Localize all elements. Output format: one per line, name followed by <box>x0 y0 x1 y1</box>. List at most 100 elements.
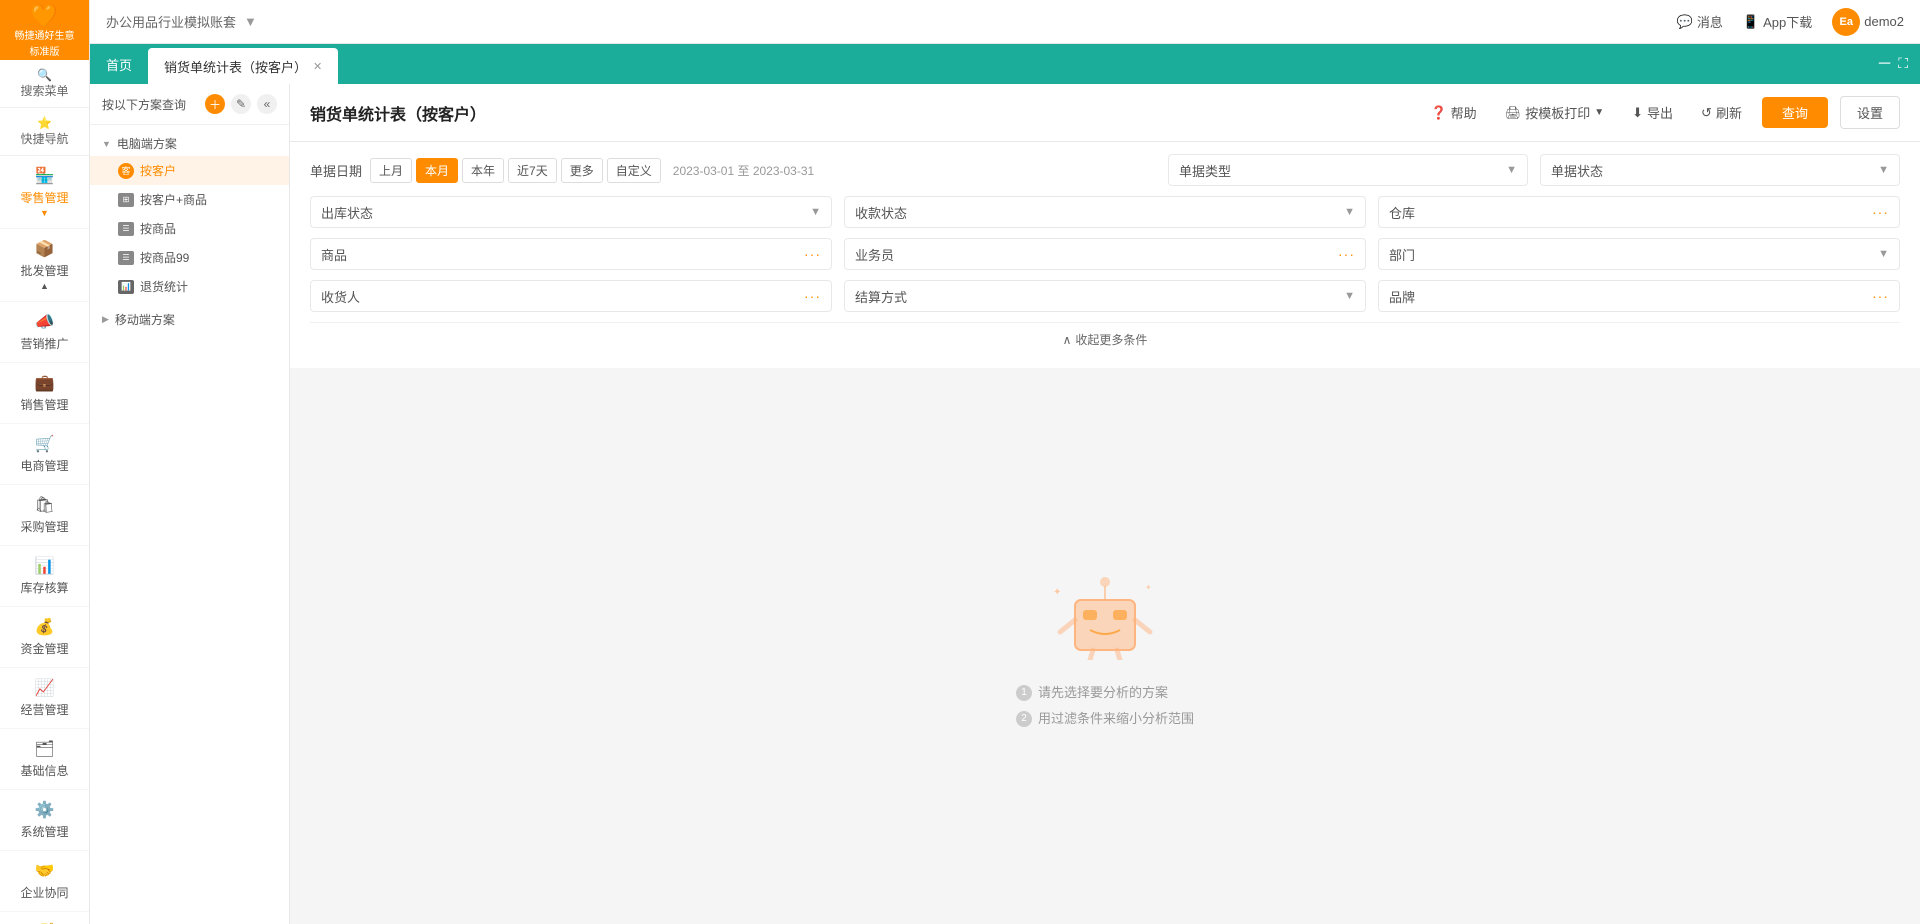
empty-tip-1: 1 请先选择要分析的方案 <box>1016 680 1194 706</box>
sidebar-item-cooperation[interactable]: 🤝 企业协同 <box>0 851 89 912</box>
sidebar: 🧡 畅捷通好生意 标准版 🔍搜索菜单 ⭐快捷导航 🏪 零售管理 ▼ 📦 批发管理… <box>0 0 90 924</box>
sidebar-item-system[interactable]: ⚙️ 系统管理 <box>0 790 89 851</box>
content-wrapper: 按以下方案查询 ＋ ✎ « ▼ 电脑端方案 客 按客户 ⊞ 按客户 <box>90 84 1920 924</box>
export-icon: ⬇ <box>1632 105 1643 121</box>
export-label: 导出 <box>1647 103 1673 122</box>
payment-arrow-icon: ▼ <box>1344 290 1355 302</box>
sidebar-item-sales[interactable]: 💼 销售管理 <box>0 363 89 424</box>
settings-button[interactable]: 设置 <box>1840 96 1900 129</box>
receiver-filter[interactable]: 收货人 ··· <box>310 280 832 312</box>
scheme-item-by-customer-product-label: 按客户+商品 <box>140 191 207 208</box>
search-menu-item[interactable]: 🔍搜索菜单 <box>0 60 89 108</box>
order-type-filter[interactable]: 单据类型 ▼ <box>1168 154 1528 186</box>
date-btn-custom[interactable]: 自定义 <box>607 158 661 183</box>
tab-close-icon[interactable]: ✕ <box>313 60 322 73</box>
sidebar-item-marketing[interactable]: 📣 营销推广 <box>0 302 89 363</box>
sidebar-item-purchase[interactable]: 🛍 采购管理 <box>0 485 89 546</box>
date-filter-row: 单据日期 上月 本月 本年 近7天 更多 自定义 2023-03-01 至 20… <box>310 154 1900 186</box>
scheme-item-return-stats[interactable]: 📊 退货统计 <box>90 272 289 301</box>
sidebar-item-guide[interactable]: 🧭 新手引导 <box>0 912 89 924</box>
scheme-item-by-customer[interactable]: 客 按客户 <box>90 156 289 185</box>
collapse-button[interactable]: ∧ 收起更多条件 <box>310 322 1900 356</box>
receive-status-filter[interactable]: 收款状态 ▼ <box>844 196 1366 228</box>
quick-nav-item[interactable]: ⭐快捷导航 <box>0 108 89 156</box>
query-button[interactable]: 查询 <box>1762 97 1828 128</box>
add-scheme-button[interactable]: ＋ <box>205 94 225 114</box>
out-status-filter[interactable]: 出库状态 ▼ <box>310 196 832 228</box>
order-status-filter[interactable]: 单据状态 ▼ <box>1540 154 1900 186</box>
sidebar-item-retail[interactable]: 🏪 零售管理 ▼ <box>0 156 89 229</box>
order-type-label: 单据类型 <box>1179 161 1234 180</box>
customer-product-icon: ⊞ <box>118 193 134 207</box>
edit-scheme-button[interactable]: ✎ <box>231 94 251 114</box>
window-minimize-icon[interactable]: ─ <box>1879 55 1890 73</box>
order-status-arrow-icon: ▼ <box>1878 164 1889 176</box>
header-right: 💬 消息 📱 App下载 Ea demo2 <box>1677 8 1904 36</box>
tab-sales-stats[interactable]: 销货单统计表（按客户） ✕ <box>148 48 338 84</box>
payment-label: 结算方式 <box>855 287 910 306</box>
date-btn-this-year[interactable]: 本年 <box>462 158 504 183</box>
logo: 🧡 畅捷通好生意 标准版 <box>0 0 90 60</box>
brand-label: 品牌 <box>1389 287 1444 306</box>
empty-tip-2-text: 用过滤条件来缩小分析范围 <box>1038 706 1194 732</box>
sidebar-item-basic[interactable]: 🗂 基础信息 <box>0 729 89 790</box>
scheme-item-return-stats-label: 退货统计 <box>140 278 188 295</box>
empty-tip-1-text: 请先选择要分析的方案 <box>1038 680 1168 706</box>
date-btn-last-month[interactable]: 上月 <box>370 158 412 183</box>
print-button[interactable]: 🖨 按模板打印 ▼ <box>1497 99 1612 126</box>
product-dots-icon: ··· <box>804 246 821 262</box>
sidebar-item-marketing-label: 营销推广 <box>20 335 68 352</box>
date-filter-label: 单据日期 <box>310 161 370 180</box>
tab-home[interactable]: 首页 <box>90 44 148 84</box>
refresh-button[interactable]: ↺ 刷新 <box>1693 99 1750 126</box>
empty-tip-2: 2 用过滤条件来缩小分析范围 <box>1016 706 1194 732</box>
dropdown-icon[interactable]: ▼ <box>244 14 257 29</box>
scheme-item-by-customer-label: 按客户 <box>140 162 176 179</box>
tip-num-2: 2 <box>1016 711 1032 727</box>
sidebar-item-finance[interactable]: 💰 资金管理 <box>0 607 89 668</box>
dept-filter[interactable]: 部门 ▼ <box>1378 238 1900 270</box>
dept-label: 部门 <box>1389 245 1444 264</box>
page-title-row: 销货单统计表（按客户） ❓ 帮助 🖨 按模板打印 ▼ ⬇ <box>310 96 1900 129</box>
payment-filter[interactable]: 结算方式 ▼ <box>844 280 1366 312</box>
empty-tips: 1 请先选择要分析的方案 2 用过滤条件来缩小分析范围 <box>1016 680 1194 732</box>
export-button[interactable]: ⬇ 导出 <box>1624 99 1681 126</box>
window-maximize-icon[interactable]: ⛶ <box>1898 55 1908 73</box>
sidebar-item-ecommerce[interactable]: 🛒 电商管理 <box>0 424 89 485</box>
sidebar-item-wholesale[interactable]: 📦 批发管理 ▲ <box>0 229 89 302</box>
desktop-scheme-group: ▼ 电脑端方案 客 按客户 ⊞ 按客户+商品 ☰ 按商品 ☰ 按商品99 <box>90 125 289 307</box>
user-menu[interactable]: Ea demo2 <box>1832 8 1904 36</box>
date-btn-7days[interactable]: 近7天 <box>508 158 557 183</box>
sidebar-item-inventory[interactable]: 📊 库存核算 <box>0 546 89 607</box>
tab-home-label: 首页 <box>106 55 132 74</box>
brand-filter[interactable]: 品牌 ··· <box>1378 280 1900 312</box>
collapse-scheme-button[interactable]: « <box>257 94 277 114</box>
date-btn-this-month[interactable]: 本月 <box>416 158 458 183</box>
scheme-item-by-product-label: 按商品 <box>140 220 176 237</box>
empty-illustration: ✦ ✦ <box>1045 560 1165 660</box>
purchase-icon: 🛍 <box>34 495 54 515</box>
expand-icon: ▼ <box>102 139 111 149</box>
avatar: Ea <box>1832 8 1860 36</box>
app-download-button[interactable]: 📱 App下载 <box>1743 12 1812 31</box>
brand-dots-icon: ··· <box>1872 288 1889 304</box>
salesperson-filter[interactable]: 业务员 ··· <box>844 238 1366 270</box>
sales-icon: 💼 <box>35 373 55 393</box>
sidebar-item-management[interactable]: 📈 经营管理 <box>0 668 89 729</box>
dept-arrow-icon: ▼ <box>1878 248 1889 260</box>
warehouse-filter[interactable]: 仓库 ··· <box>1378 196 1900 228</box>
date-btn-more[interactable]: 更多 <box>561 158 603 183</box>
scheme-item-by-customer-product[interactable]: ⊞ 按客户+商品 <box>90 185 289 214</box>
mobile-group-title[interactable]: ▶ 移动端方案 <box>90 307 289 332</box>
sidebar-item-ecommerce-label: 电商管理 <box>20 457 68 474</box>
main-content: 销货单统计表（按客户） ❓ 帮助 🖨 按模板打印 ▼ ⬇ <box>290 84 1920 924</box>
desktop-group-title[interactable]: ▼ 电脑端方案 <box>90 131 289 156</box>
scheme-item-by-product[interactable]: ☰ 按商品 <box>90 214 289 243</box>
print-label: 按模板打印 <box>1525 103 1590 122</box>
sidebar-item-sales-label: 销售管理 <box>20 396 68 413</box>
scheme-item-by-product99[interactable]: ☰ 按商品99 <box>90 243 289 272</box>
product99-icon: ☰ <box>118 251 134 265</box>
help-button[interactable]: ❓ 帮助 <box>1422 99 1484 126</box>
product-filter[interactable]: 商品 ··· <box>310 238 832 270</box>
message-button[interactable]: 💬 消息 <box>1677 12 1723 31</box>
